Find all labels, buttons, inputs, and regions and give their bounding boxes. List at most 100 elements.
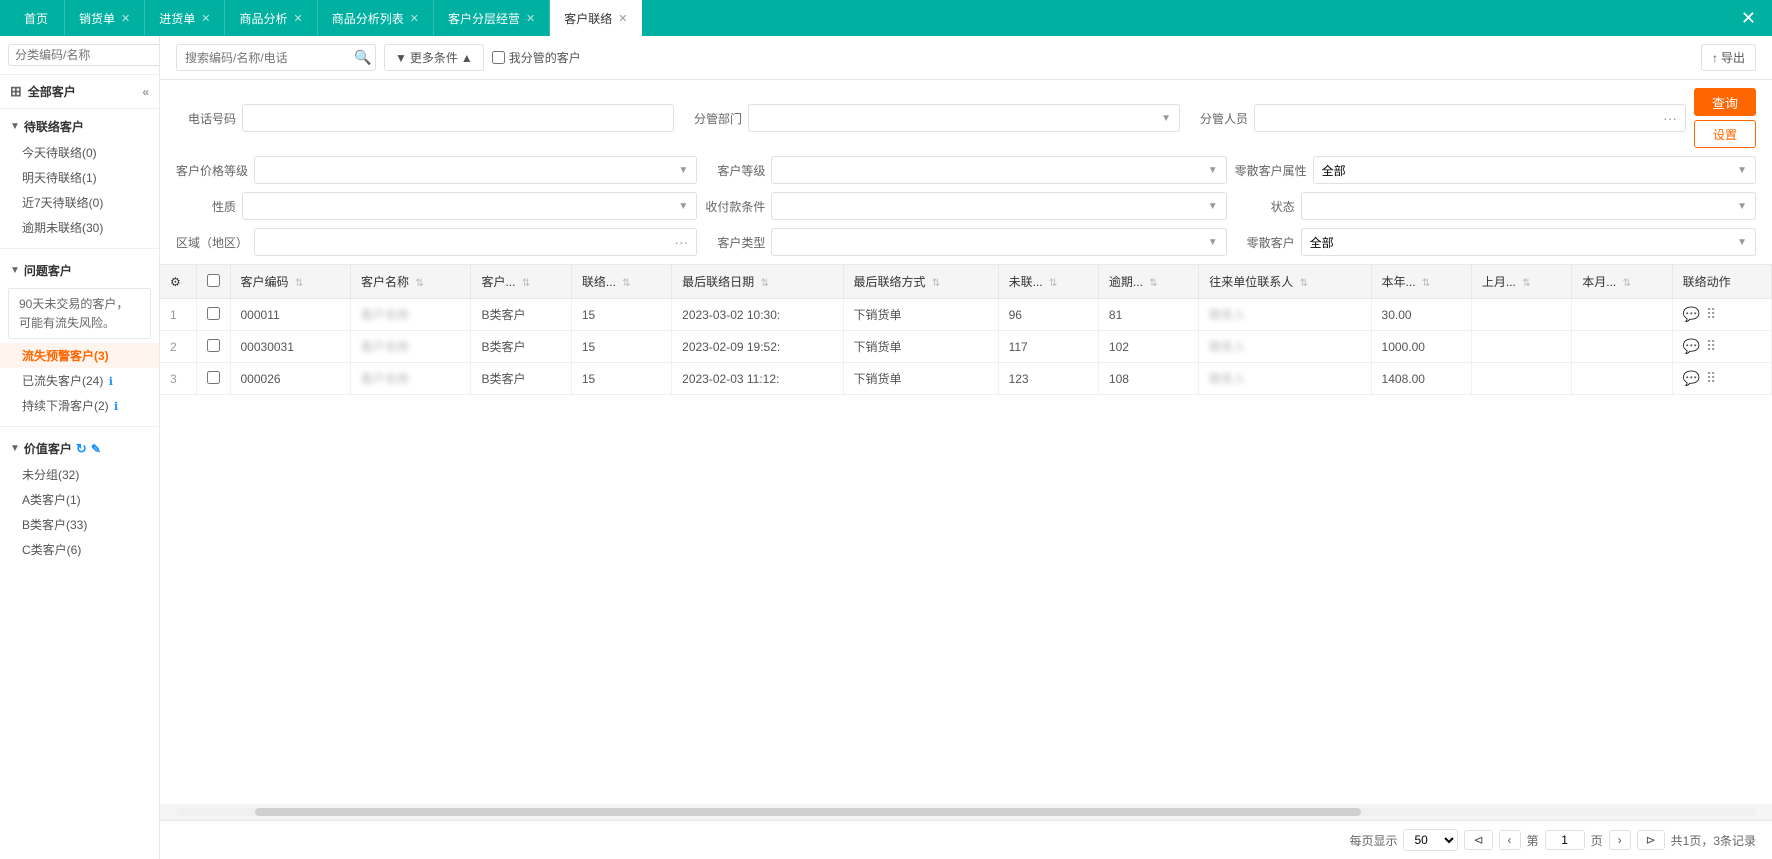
tab-close-analysis-list[interactable]: ✕ (410, 12, 419, 25)
sidebar-item-declining[interactable]: 持续下滑客户(2) ℹ (0, 393, 159, 418)
chat-icon[interactable]: 💬 (1683, 338, 1700, 355)
col-settings[interactable]: ⚙ (160, 265, 196, 299)
col-last-month[interactable]: 上月... ⇅ (1471, 265, 1571, 299)
status-select[interactable]: ▼ (1301, 192, 1756, 220)
cell-checkbox[interactable] (196, 299, 230, 331)
toolbar-search-input[interactable] (177, 47, 348, 69)
col-uncontacted[interactable]: 未联... ⇅ (998, 265, 1098, 299)
tab-close-customer-tier[interactable]: ✕ (526, 12, 535, 25)
gender-select[interactable]: ▼ (242, 192, 697, 220)
sidebar-section-title-pending[interactable]: ▼ 待联络客户 (0, 113, 159, 140)
cell-last-method[interactable]: 下销货单 (843, 299, 998, 331)
col-overdue[interactable]: 逾期... ⇅ (1098, 265, 1198, 299)
filter-customer-tier: 客户等级 ▼ (705, 156, 1226, 184)
cell-last-method[interactable]: 下销货单 (843, 363, 998, 395)
next-page-button[interactable]: › (1609, 830, 1631, 850)
more-actions-icon[interactable]: ⠿ (1706, 306, 1716, 323)
sidebar-item-overdue[interactable]: 逾期未联络(30) (0, 215, 159, 240)
col-code[interactable]: 客户编码 ⇅ (230, 265, 350, 299)
my-customers-checkbox-label[interactable]: 我分管的客户 (492, 49, 581, 66)
tab-close-sales[interactable]: ✕ (121, 12, 130, 25)
region-select[interactable]: ··· (254, 228, 697, 256)
row-checkbox[interactable] (207, 371, 220, 384)
sidebar-item-class-b[interactable]: B类客户(33) (0, 512, 159, 537)
last-method-link[interactable]: 下销货单 (854, 340, 902, 354)
region-dots-icon[interactable]: ··· (674, 234, 688, 250)
sidebar-item-7days[interactable]: 近7天待联络(0) (0, 190, 159, 215)
sidebar-collapse-icon[interactable]: « (142, 85, 149, 99)
col-last-method[interactable]: 最后联络方式 ⇅ (843, 265, 998, 299)
window-close-button[interactable]: ✕ (1733, 8, 1764, 29)
col-name[interactable]: 客户名称 ⇅ (350, 265, 470, 299)
sidebar-item-churned[interactable]: 已流失客户(24) ℹ (0, 368, 159, 393)
tab-sales[interactable]: 销货单 ✕ (65, 0, 145, 36)
price-tier-select[interactable]: ▼ (254, 156, 697, 184)
customer-tier-select[interactable]: ▼ (771, 156, 1226, 184)
tab-analysis[interactable]: 商品分析 ✕ (225, 0, 317, 36)
export-button[interactable]: ↑ 导出 (1701, 44, 1756, 71)
tab-purchase[interactable]: 进货单 ✕ (145, 0, 225, 36)
sidebar-section-title-value[interactable]: ▼ 价值客户 ↻ ✎ (0, 435, 159, 462)
cell-checkbox[interactable] (196, 331, 230, 363)
cell-last-method[interactable]: 下销货单 (843, 331, 998, 363)
col-unit-contact[interactable]: 往来单位联系人 ⇅ (1199, 265, 1371, 299)
tab-close-customer-contact[interactable]: ✕ (618, 12, 627, 25)
payment-select[interactable]: ▼ (771, 192, 1226, 220)
cell-code: 000011 (230, 299, 350, 331)
tab-close-analysis[interactable]: ✕ (294, 12, 303, 25)
col-type[interactable]: 客户... ⇅ (471, 265, 571, 299)
per-page-select[interactable]: 50 100 200 (1403, 829, 1458, 851)
retail-customer-select[interactable]: 全部 ▼ (1301, 228, 1756, 256)
sidebar-section-title-problem[interactable]: ▼ 问题客户 (0, 257, 159, 284)
my-customers-checkbox[interactable] (492, 51, 505, 64)
refresh-icon[interactable]: ↻ (76, 441, 87, 457)
tab-customer-tier[interactable]: 客户分层经营 ✕ (434, 0, 550, 36)
sidebar-item-ungroup[interactable]: 未分组(32) (0, 462, 159, 487)
more-actions-icon[interactable]: ⠿ (1706, 338, 1716, 355)
col-this-year[interactable]: 本年... ⇅ (1371, 265, 1471, 299)
last-page-button[interactable]: ⊳ (1637, 830, 1665, 850)
chat-icon[interactable]: 💬 (1683, 370, 1700, 387)
settings-button[interactable]: 设置 (1694, 120, 1756, 148)
chat-icon[interactable]: 💬 (1683, 306, 1700, 323)
col-this-month[interactable]: 本月... ⇅ (1572, 265, 1672, 299)
horizontal-scrollbar[interactable] (176, 808, 1756, 816)
dept-select[interactable]: ▼ (748, 104, 1180, 132)
last-method-link[interactable]: 下销货单 (854, 372, 902, 386)
col-contact[interactable]: 联络... ⇅ (571, 265, 671, 299)
more-conditions-button[interactable]: ▼ 更多条件 ▲ (384, 44, 484, 71)
tab-close-purchase[interactable]: ✕ (201, 12, 210, 25)
cell-checkbox[interactable] (196, 363, 230, 395)
more-actions-icon[interactable]: ⠿ (1706, 370, 1716, 387)
sidebar-item-today[interactable]: 今天待联络(0) (0, 140, 159, 165)
scrollbar-thumb[interactable] (255, 808, 1361, 816)
select-all-checkbox[interactable] (207, 274, 220, 287)
sidebar-item-class-a[interactable]: A类客户(1) (0, 487, 159, 512)
page-number-input[interactable] (1545, 830, 1585, 850)
first-page-button[interactable]: ⊲ (1464, 830, 1492, 850)
prev-page-button[interactable]: ‹ (1499, 830, 1521, 850)
churned-info-icon[interactable]: ℹ (109, 376, 113, 388)
retail-attr-select[interactable]: 全部 ▼ (1313, 156, 1756, 184)
edit-icon[interactable]: ✎ (91, 442, 101, 456)
tab-customer-contact[interactable]: 客户联络 ✕ (550, 0, 642, 36)
row-checkbox[interactable] (207, 307, 220, 320)
sidebar-all-customers-header[interactable]: ⊞ 全部客户 « (0, 75, 159, 109)
col-checkbox[interactable] (196, 265, 230, 299)
toolbar-search-button[interactable]: 🔍 (348, 45, 376, 70)
sidebar-search-input[interactable] (8, 44, 160, 66)
person-dots-icon[interactable]: ··· (1663, 110, 1677, 126)
query-button[interactable]: 查询 (1694, 88, 1756, 116)
sidebar-item-class-c[interactable]: C类客户(6) (0, 537, 159, 562)
col-last-date[interactable]: 最后联络日期 ⇅ (672, 265, 843, 299)
person-select[interactable]: ··· (1254, 104, 1686, 132)
tab-home[interactable]: 首页 (8, 0, 65, 36)
row-checkbox[interactable] (207, 339, 220, 352)
phone-input[interactable] (242, 104, 674, 132)
sidebar-item-tomorrow[interactable]: 明天待联络(1) (0, 165, 159, 190)
tab-analysis-list[interactable]: 商品分析列表 ✕ (318, 0, 434, 36)
customer-type-select[interactable]: ▼ (771, 228, 1226, 256)
sidebar-item-churn-warning[interactable]: 流失预警客户(3) (0, 343, 159, 368)
last-method-link[interactable]: 下销货单 (854, 308, 902, 322)
declining-info-icon[interactable]: ℹ (114, 401, 118, 413)
